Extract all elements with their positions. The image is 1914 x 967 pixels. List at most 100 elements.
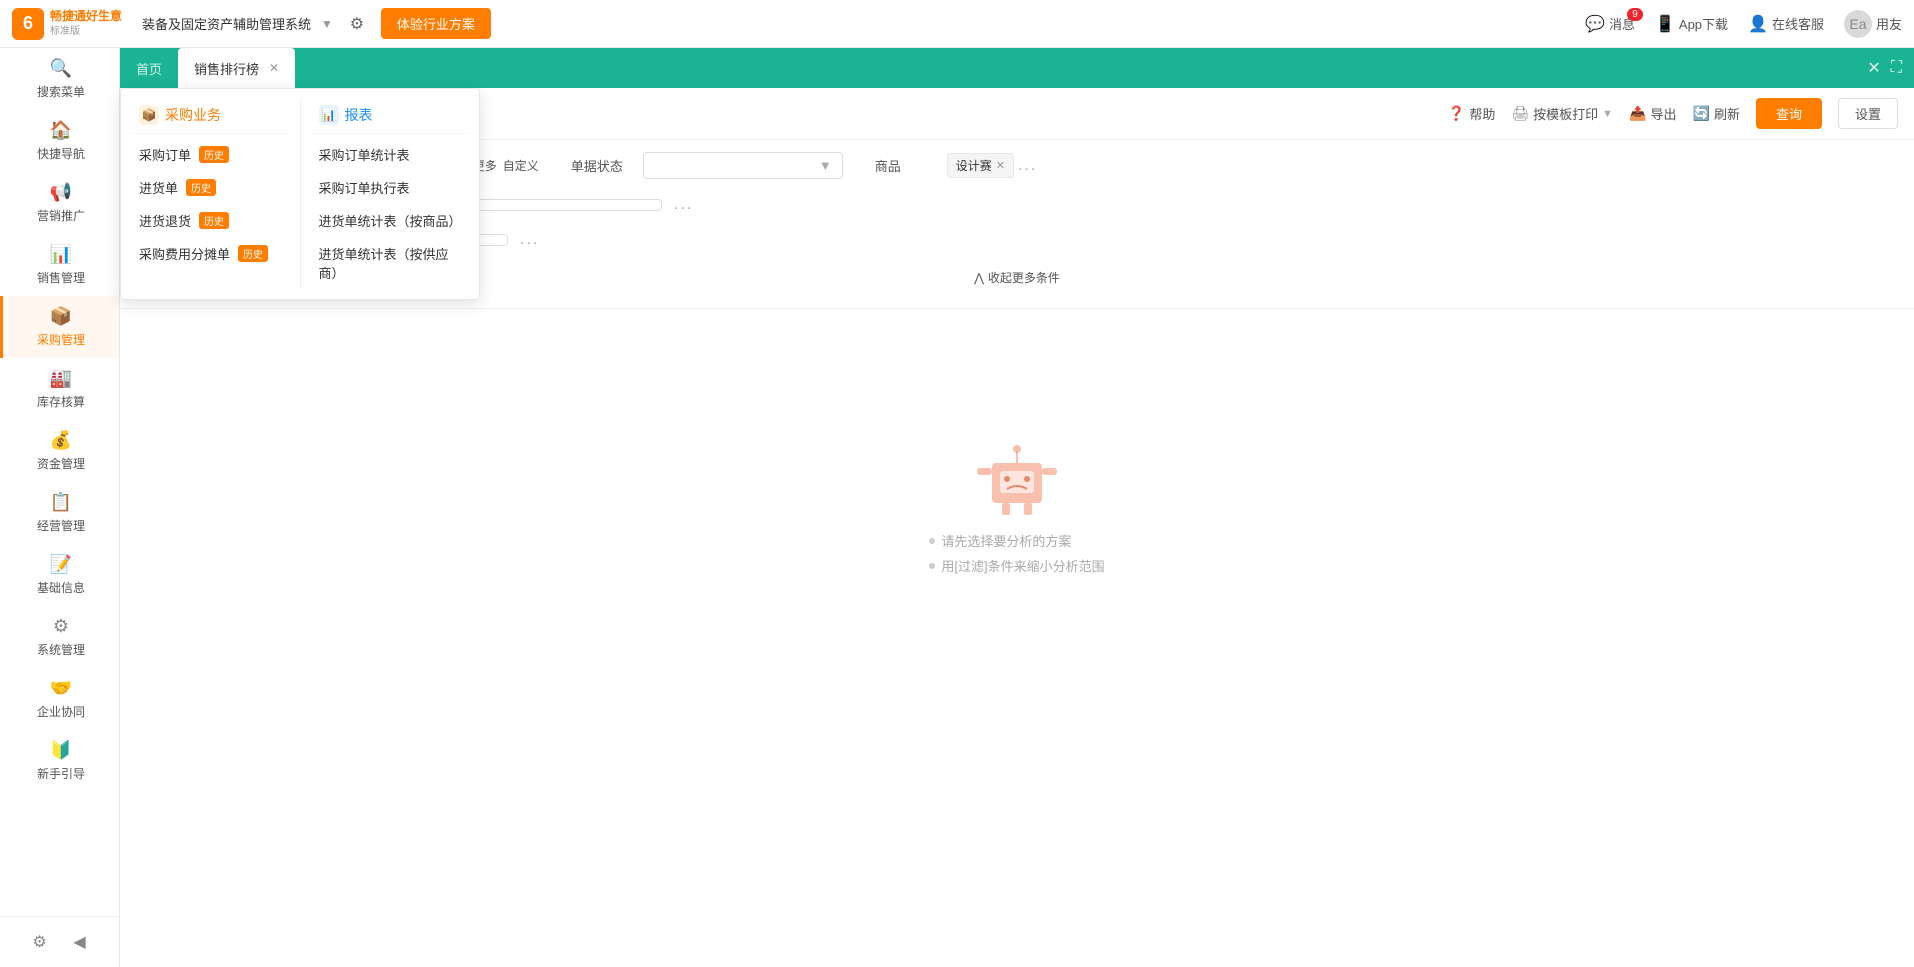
export-button[interactable]: 📤 导出 [1629,104,1676,123]
sidebar-item-operation[interactable]: 📋 经营管理 [0,482,119,544]
empty-tip-2-text: 用[过滤]条件来缩小分析范围 [941,556,1104,575]
sidebar-label-sales: 销售管理 [37,269,85,286]
app-label: App下载 [1679,14,1728,33]
sidebar-item-inventory[interactable]: 🏭 库存核算 [0,358,119,420]
expand-icon[interactable]: ⛶ [1891,59,1902,77]
system-icon: ⚙ [53,616,69,637]
staff-select[interactable] [462,199,662,211]
customer-ellipsis-btn[interactable]: ... [520,231,539,249]
goods-tag-text: 设计赛 [956,157,992,174]
sidebar-item-quick[interactable]: 🏠 快捷导航 [0,110,119,172]
dropdown-arrow-icon[interactable]: ▼ [321,17,333,31]
online-service-button[interactable]: 👤 在线客服 [1748,14,1824,34]
sidebar-item-finance[interactable]: 💰 资金管理 [0,420,119,482]
service-icon: 👤 [1748,14,1768,34]
logo-area: 6 畅捷通好生意 标准版 [12,8,132,40]
menu-item-purchase-order-stat[interactable]: 采购订单统计表 [311,138,470,171]
marketing-icon: 📢 [50,182,72,203]
message-badge: 9 [1627,8,1643,21]
tab-home[interactable]: 首页 [120,48,178,88]
stock-stat-goods-label: 进货单统计表（按商品） [319,211,462,230]
enterprise-icon: 🤝 [50,678,72,699]
sidebar-collapse-button[interactable]: ◀ [65,927,95,957]
sidebar-item-search[interactable]: 🔍 搜索菜单 [0,48,119,110]
report-col-title: 报表 [345,105,373,125]
tab-right-icons: ✕ ⛶ [1867,58,1914,78]
empty-state: 请先选择要分析的方案 用[过滤]条件来缩小分析范围 [120,309,1914,689]
industry-btn[interactable]: 体验行业方案 [381,8,491,39]
sidebar-label-quick: 快捷导航 [37,145,85,162]
goods-filter: 设计赛 ✕ ... [947,153,1038,178]
avatar-text: Ea [1849,16,1866,32]
user-button[interactable]: Ea 用友 [1844,10,1902,38]
menu-item-stock-return[interactable]: 进货退货 历史 [131,204,290,237]
logo-main: 畅捷通好生意 [50,9,122,25]
help-icon: ❓ [1448,105,1465,122]
sidebar-item-marketing[interactable]: 📢 营销推广 [0,172,119,234]
sidebar-item-enterprise[interactable]: 🤝 企业协同 [0,668,119,730]
staff-ellipsis-btn[interactable]: ... [674,196,693,214]
collapse-button[interactable]: ⋀ 收起更多条件 [964,265,1070,290]
empty-dot-1 [929,538,935,544]
operation-icon: 📋 [50,492,72,513]
sidebar: 🔍 搜索菜单 🏠 快捷导航 📢 营销推广 📊 销售管理 📦 采购管理 🏭 库存核… [0,48,120,967]
main-layout: 🔍 搜索菜单 🏠 快捷导航 📢 营销推广 📊 销售管理 📦 采购管理 🏭 库存核… [0,48,1914,967]
goods-tag-close-icon[interactable]: ✕ [996,159,1005,172]
sidebar-label-enterprise: 企业协同 [37,703,85,720]
app-download-button[interactable]: 📱 App下载 [1655,14,1728,34]
tab-close-icon[interactable]: ✕ [269,61,279,75]
sidebar-label-purchase: 采购管理 [37,331,85,348]
empty-illustration [967,423,1067,523]
app-icon: 📱 [1655,14,1675,34]
search-icon: 🔍 [50,58,72,79]
tab-sales-rank-label: 销售排行榜 [194,59,259,78]
tab-sales-rank[interactable]: 销售排行榜 ✕ [178,48,295,88]
menu-item-stock-stat-supplier[interactable]: 进货单统计表（按供应商） [311,237,470,289]
goods-ellipsis-btn[interactable]: ... [1018,157,1037,175]
menu-item-purchase-order[interactable]: 采购订单 历史 [131,138,290,171]
menu-item-stock-stat-goods[interactable]: 进货单统计表（按商品） [311,204,470,237]
sidebar-item-system[interactable]: ⚙ 系统管理 [0,606,119,668]
logo-text: 畅捷通好生意 标准版 [50,9,122,38]
stock-stat-supplier-label: 进货单统计表（按供应商） [319,244,462,282]
header-settings-button[interactable]: ⚙ [343,10,371,38]
system-title: 装备及固定资产辅助管理系统 [142,14,311,33]
home-icon: 🏠 [50,120,72,141]
purchase-order-label: 采购订单 [139,145,191,164]
sidebar-item-sales[interactable]: 📊 销售管理 [0,234,119,296]
help-button[interactable]: ❓ 帮助 [1448,104,1495,123]
avatar: Ea [1844,10,1872,38]
history-badge-4: 历史 [238,245,268,262]
close-all-icon[interactable]: ✕ [1867,58,1880,78]
print-icon: 🖨 [1511,105,1529,122]
empty-illustration-svg [967,423,1067,523]
tab-bar: 首页 销售排行榜 ✕ ✕ ⛶ 📦 采购业务 [120,48,1914,88]
print-arrow-icon[interactable]: ▼ [1602,108,1613,120]
custom-date-link[interactable]: 自定义 [503,157,539,174]
refresh-icon: 🔄 [1693,105,1710,122]
doc-status-select[interactable]: ▼ [643,152,843,179]
menu-item-purchase-cost[interactable]: 采购费用分摊单 历史 [131,237,290,270]
menu-item-stock-in[interactable]: 进货单 历史 [131,171,290,204]
sidebar-label-inventory: 库存核算 [37,393,85,410]
sidebar-item-guide[interactable]: 🔰 新手引导 [0,730,119,792]
logo-sub: 标准版 [50,25,122,38]
goods-tag-item: 设计赛 ✕ [947,153,1014,178]
sidebar-item-purchase[interactable]: 📦 采购管理 [0,296,119,358]
export-icon: 📤 [1629,105,1646,122]
message-button[interactable]: 💬 消息 9 [1585,14,1635,34]
print-button[interactable]: 🖨 按模板打印 ▼ [1511,104,1613,123]
settings-small-button[interactable]: 设置 [1838,98,1898,129]
history-badge-2: 历史 [186,179,216,196]
sidebar-item-basic[interactable]: 📝 基础信息 [0,544,119,606]
purchase-business-col: 📦 采购业务 采购订单 历史 进货单 历史 进货退货 [121,99,300,289]
refresh-button[interactable]: 🔄 刷新 [1693,104,1740,123]
purchase-cost-label: 采购费用分摊单 [139,244,230,263]
sidebar-settings-button[interactable]: ⚙ [25,927,55,957]
sidebar-label-search: 搜索菜单 [37,83,85,100]
user-label: 用友 [1876,14,1902,33]
menu-item-purchase-order-exec[interactable]: 采购订单执行表 [311,171,470,204]
query-button[interactable]: 查询 [1756,98,1822,129]
header-right: 💬 消息 9 📱 App下载 👤 在线客服 Ea 用友 [1585,10,1902,38]
help-label: 帮助 [1469,104,1495,123]
